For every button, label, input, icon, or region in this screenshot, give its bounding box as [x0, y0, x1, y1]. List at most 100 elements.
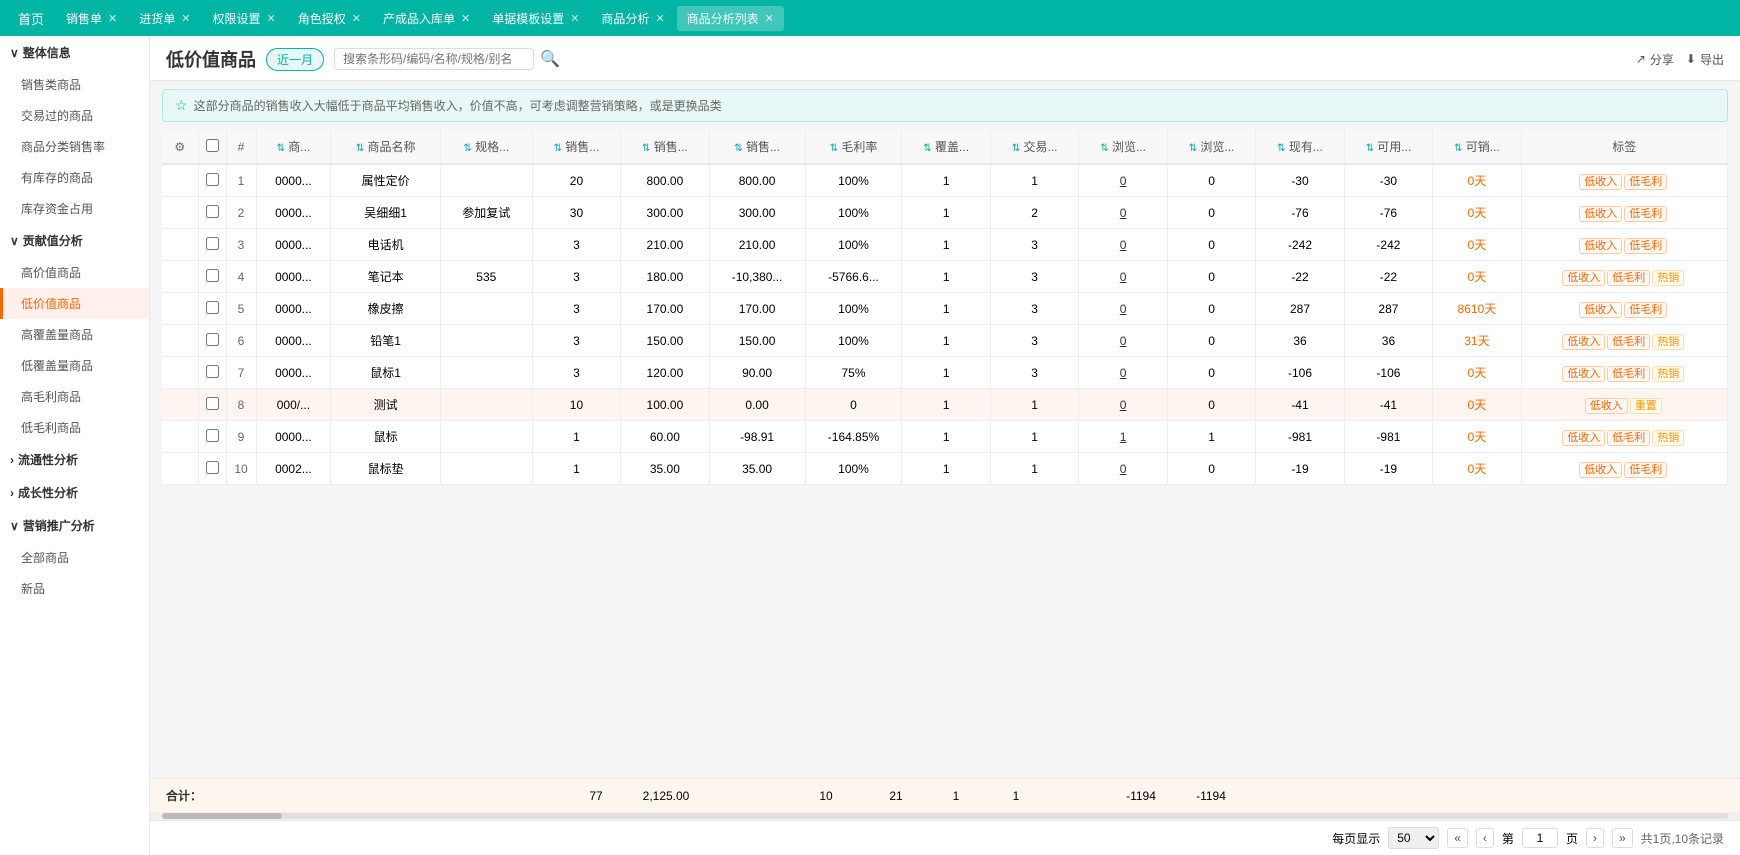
search-input[interactable] — [334, 48, 534, 70]
row-checkbox-cell[interactable] — [198, 293, 226, 325]
col-view1[interactable]: ⇅ 浏览... — [1079, 130, 1167, 164]
row-checkbox-cell[interactable] — [198, 197, 226, 229]
row-view1[interactable]: 0 — [1079, 325, 1167, 357]
row-view1[interactable]: 0 — [1079, 197, 1167, 229]
scrollbar-track[interactable] — [162, 813, 1728, 819]
row-view1[interactable]: 0 — [1079, 164, 1167, 197]
nav-close-analysis[interactable]: ✕ — [655, 12, 664, 25]
sidebar-group-overview[interactable]: ∨ 整体信息 — [0, 36, 149, 69]
nav-template[interactable]: 单据模板设置✕ — [482, 6, 589, 31]
row-checkbox-cell[interactable] — [198, 229, 226, 261]
row-settings[interactable] — [162, 229, 198, 261]
sidebar-item-category-rate[interactable]: 商品分类销售率 — [0, 131, 149, 162]
view1-link[interactable]: 0 — [1120, 334, 1127, 348]
col-name[interactable]: ⇅ 商品名称 — [331, 130, 441, 164]
row-checkbox[interactable] — [206, 173, 219, 186]
row-settings[interactable] — [162, 357, 198, 389]
row-view1[interactable]: 0 — [1079, 261, 1167, 293]
first-page-button[interactable]: « — [1447, 828, 1468, 848]
sidebar-group-circulation[interactable]: › 流通性分析 — [0, 443, 149, 476]
nav-close-purchase[interactable]: ✕ — [181, 12, 190, 25]
nav-roles[interactable]: 角色授权✕ — [288, 6, 371, 31]
row-settings[interactable] — [162, 325, 198, 357]
row-checkbox[interactable] — [206, 429, 219, 442]
view1-link[interactable]: 0 — [1120, 238, 1127, 252]
nav-home[interactable]: 首页 — [8, 5, 54, 32]
row-checkbox-cell[interactable] — [198, 453, 226, 485]
row-checkbox[interactable] — [206, 461, 219, 474]
col-gross[interactable]: ⇅ 毛利率 — [805, 130, 902, 164]
row-settings[interactable] — [162, 164, 198, 197]
row-view1[interactable]: 0 — [1079, 357, 1167, 389]
col-qty[interactable]: ⇅ 销售... — [532, 130, 620, 164]
per-page-select[interactable]: 50 100 200 — [1388, 827, 1439, 849]
col-sales1[interactable]: ⇅ 销售... — [621, 130, 709, 164]
row-checkbox-cell[interactable] — [198, 164, 226, 197]
view1-link[interactable]: 0 — [1120, 462, 1127, 476]
sidebar-item-all-goods[interactable]: 全部商品 — [0, 542, 149, 573]
row-settings[interactable] — [162, 293, 198, 325]
nav-close-perms[interactable]: ✕ — [267, 12, 276, 25]
row-checkbox-cell[interactable] — [198, 261, 226, 293]
nav-close-inbound[interactable]: ✕ — [461, 12, 470, 25]
row-view1[interactable]: 1 — [1079, 421, 1167, 453]
col-stock[interactable]: ⇅ 现有... — [1256, 130, 1344, 164]
sidebar-group-marketing[interactable]: ∨ 营销推广分析 — [0, 509, 149, 542]
next-page-button[interactable]: › — [1586, 828, 1604, 848]
nav-close-roles[interactable]: ✕ — [352, 12, 361, 25]
row-view1[interactable]: 0 — [1079, 389, 1167, 421]
row-checkbox-cell[interactable] — [198, 357, 226, 389]
sidebar-item-low-margin[interactable]: 低毛利商品 — [0, 412, 149, 443]
last-page-button[interactable]: » — [1612, 828, 1633, 848]
sidebar-group-contribution[interactable]: ∨ 贡献值分析 — [0, 224, 149, 257]
col-sales2[interactable]: ⇅ 销售... — [709, 130, 805, 164]
table-wrapper[interactable]: ⚙ # ⇅ 商... ⇅ 商品名称 ⇅ 规格... ⇅ 销售... ⇅ 销售..… — [150, 130, 1740, 778]
col-trade[interactable]: ⇅ 交易... — [990, 130, 1078, 164]
settings-icon-header[interactable]: ⚙ — [162, 130, 198, 164]
row-settings[interactable] — [162, 453, 198, 485]
col-view2[interactable]: ⇅ 浏览... — [1167, 130, 1255, 164]
sidebar-group-growth[interactable]: › 成长性分析 — [0, 476, 149, 509]
col-spec[interactable]: ⇅ 规格... — [440, 130, 532, 164]
sidebar-item-low-value[interactable]: 低价值商品 — [0, 288, 149, 319]
search-icon[interactable]: 🔍 — [540, 49, 560, 69]
sidebar-item-stock-capital[interactable]: 库存资金占用 — [0, 193, 149, 224]
sidebar-item-high-margin[interactable]: 高毛利商品 — [0, 381, 149, 412]
sidebar-item-high-coverage[interactable]: 高覆盖量商品 — [0, 319, 149, 350]
row-settings[interactable] — [162, 261, 198, 293]
col-cover[interactable]: ⇅ 覆盖... — [902, 130, 990, 164]
col-avail[interactable]: ⇅ 可用... — [1344, 130, 1432, 164]
view1-link[interactable]: 0 — [1120, 366, 1127, 380]
row-view1[interactable]: 0 — [1079, 229, 1167, 261]
sidebar-item-new-goods[interactable]: 新品 — [0, 573, 149, 604]
sidebar-item-in-stock-goods[interactable]: 有库存的商品 — [0, 162, 149, 193]
scrollbar-thumb[interactable] — [162, 813, 282, 819]
export-button[interactable]: ⬇ 导出 — [1686, 51, 1724, 68]
sidebar-item-sales-goods[interactable]: 销售类商品 — [0, 69, 149, 100]
row-checkbox[interactable] — [206, 333, 219, 346]
view1-link[interactable]: 0 — [1120, 398, 1127, 412]
row-checkbox[interactable] — [206, 269, 219, 282]
page-number-input[interactable] — [1522, 828, 1558, 848]
row-checkbox[interactable] — [206, 301, 219, 314]
view1-link[interactable]: 0 — [1120, 174, 1127, 188]
row-settings[interactable] — [162, 389, 198, 421]
nav-close-template[interactable]: ✕ — [570, 12, 579, 25]
row-checkbox-cell[interactable] — [198, 421, 226, 453]
row-checkbox-cell[interactable] — [198, 389, 226, 421]
nav-close-analysis-list[interactable]: ✕ — [765, 12, 774, 25]
view1-link[interactable]: 1 — [1120, 430, 1127, 444]
sidebar-item-high-value[interactable]: 高价值商品 — [0, 257, 149, 288]
row-checkbox-cell[interactable] — [198, 325, 226, 357]
nav-purchase[interactable]: 进货单✕ — [129, 6, 200, 31]
row-view1[interactable]: 0 — [1079, 453, 1167, 485]
nav-inbound[interactable]: 产成品入库单✕ — [373, 6, 480, 31]
view1-link[interactable]: 0 — [1120, 206, 1127, 220]
view1-link[interactable]: 0 — [1120, 302, 1127, 316]
sidebar-item-low-coverage[interactable]: 低覆盖量商品 — [0, 350, 149, 381]
row-checkbox[interactable] — [206, 205, 219, 218]
row-checkbox[interactable] — [206, 237, 219, 250]
view1-link[interactable]: 0 — [1120, 270, 1127, 284]
nav-analysis[interactable]: 商品分析✕ — [591, 6, 674, 31]
select-all-header[interactable] — [198, 130, 226, 164]
